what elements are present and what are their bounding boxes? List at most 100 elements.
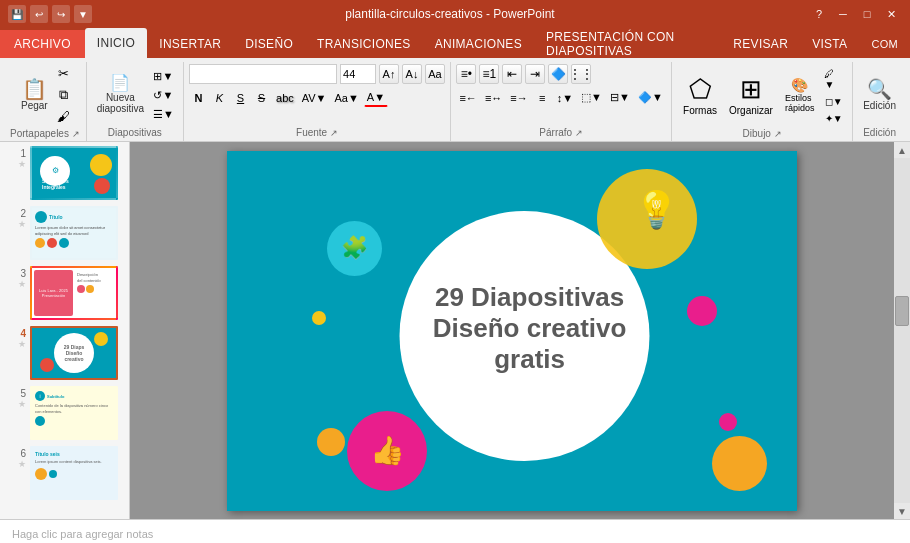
- align-text-button[interactable]: ⊟▼: [607, 88, 633, 107]
- parrafo-items: ≡• ≡1 ⇤ ⇥ 🔷 ⋮⋮ ≡← ≡↔ ≡→ ≡ ↕▼ ⬚▼ ⊟▼ 🔷▼: [456, 64, 665, 125]
- cut-button[interactable]: ✂: [54, 64, 73, 83]
- edicion-button[interactable]: 🔍 Edición: [859, 76, 900, 114]
- font-row-1: A↑ A↓ Aa: [189, 64, 445, 84]
- justify-button[interactable]: ≡: [533, 88, 552, 107]
- slide-thumb-5[interactable]: 5 ★ i Subtítulo Contenido de la diaposit…: [6, 386, 123, 440]
- shape-fill-button[interactable]: 🖊▼: [821, 66, 846, 92]
- char-spacing-button[interactable]: AV▼: [299, 88, 330, 107]
- convert-to-smartart-button[interactable]: 🔷▼: [635, 88, 666, 107]
- slide-thumbnail-4[interactable]: 29 DiapsDiseñocreativo: [30, 326, 118, 380]
- align-left-button[interactable]: ≡←: [456, 88, 479, 107]
- star-icon-4: ★: [18, 339, 26, 349]
- slide-thumb-3[interactable]: 3 ★ Luis Lara - 2025Presentación Descrip…: [6, 266, 123, 320]
- slide-thumb-6[interactable]: 6 ★ Título seis Lorem ipsum content diap…: [6, 446, 123, 500]
- minimize-button[interactable]: ─: [832, 5, 854, 23]
- indent-increase-button[interactable]: ⇥: [525, 64, 545, 84]
- redo-icon[interactable]: ↪: [52, 5, 70, 23]
- underline-button[interactable]: S: [231, 88, 250, 107]
- slide-thumbnail-1[interactable]: ⚙ SolucionesIntegrales: [30, 146, 118, 200]
- scroll-thumb[interactable]: [895, 296, 909, 326]
- slide-thumb-1[interactable]: 1 ★ ⚙ SolucionesIntegrales: [6, 146, 123, 200]
- tab-diseno[interactable]: DISEÑO: [233, 30, 305, 58]
- section-button[interactable]: ☰▼: [150, 106, 177, 123]
- lightbulb-icon: 💡: [634, 189, 679, 231]
- slide-thumbnail-3[interactable]: Luis Lara - 2025Presentación Descripción…: [30, 266, 118, 320]
- numbered-list-button[interactable]: ≡1: [479, 64, 499, 84]
- tab-archivo[interactable]: ARCHIVO: [0, 30, 85, 58]
- slide-canvas[interactable]: 💡 🧩 👍 29 Diapositivas Diseño cr: [227, 151, 797, 511]
- indent-decrease-button[interactable]: ⇤: [502, 64, 522, 84]
- font-name-input[interactable]: [189, 64, 337, 84]
- title-bar: 💾 ↩ ↪ ▼ plantilla-circulos-creativos - P…: [0, 0, 910, 28]
- reset-button[interactable]: ↺▼: [150, 87, 177, 104]
- customize-icon[interactable]: ▼: [74, 5, 92, 23]
- organizar-label: Organizar: [729, 105, 773, 116]
- shape-outline-button[interactable]: ◻▼: [821, 94, 846, 109]
- formas-button[interactable]: ⬠ Formas: [678, 71, 722, 119]
- ribbon-group-fuente: A↑ A↓ Aa N K S S abc AV▼ Aa▼ A▼ Fuente ↗: [184, 62, 451, 141]
- slide-thumb-2[interactable]: 2 ★ Título Lorem ipsum dolor sit amet co…: [6, 206, 123, 260]
- slide-thumbnail-2[interactable]: Título Lorem ipsum dolor sit amet consec…: [30, 206, 118, 260]
- edicion-group-label: Edición: [863, 125, 896, 141]
- slide-thumb-4[interactable]: 4 ★ 29 DiapsDiseñocreativo: [6, 326, 123, 380]
- smartart-button[interactable]: 🔷: [548, 64, 568, 84]
- portapapeles-items: 📋 Pegar ✂ ⧉ 🖌: [16, 64, 73, 126]
- ribbon-tabs: ARCHIVO INICIO INSERTAR DISEÑO TRANSICIO…: [0, 28, 910, 58]
- format-painter-button[interactable]: 🖌: [54, 107, 73, 126]
- save-icon[interactable]: 💾: [8, 5, 26, 23]
- star-icon-1: ★: [18, 159, 26, 169]
- shadow-button[interactable]: abc: [273, 88, 297, 107]
- slide-thumbnail-5[interactable]: i Subtítulo Contenido de la diapositiva …: [30, 386, 118, 440]
- text-case-button[interactable]: Aa▼: [332, 88, 362, 107]
- font-size-up-button[interactable]: A↑: [379, 64, 399, 84]
- shape-effects-button[interactable]: ✦▼: [821, 111, 846, 126]
- paste-button[interactable]: 📋 Pegar: [16, 76, 52, 114]
- organizar-button[interactable]: ⊞ Organizar: [724, 71, 778, 119]
- tab-presentacion[interactable]: PRESENTACIÓN CON DIAPOSITIVAS: [534, 30, 721, 58]
- line-spacing-button[interactable]: ↕▼: [554, 88, 576, 107]
- scroll-track[interactable]: [894, 158, 910, 503]
- font-size-down-button[interactable]: A↓: [402, 64, 422, 84]
- notes-area[interactable]: Haga clic para agregar notas: [0, 519, 910, 543]
- strikethrough-button[interactable]: S: [252, 88, 271, 107]
- columns-button[interactable]: ⋮⋮: [571, 64, 591, 84]
- slide-num-1: 1: [14, 148, 26, 159]
- bold-button[interactable]: N: [189, 88, 208, 107]
- scroll-up-button[interactable]: ▲: [894, 142, 910, 158]
- tab-animaciones[interactable]: ANIMACIONES: [423, 30, 534, 58]
- tab-insertar[interactable]: INSERTAR: [147, 30, 233, 58]
- clear-format-button[interactable]: Aa: [425, 64, 445, 84]
- tab-com[interactable]: COM: [859, 30, 910, 58]
- italic-button[interactable]: K: [210, 88, 229, 107]
- ribbon-group-portapapeles: 📋 Pegar ✂ ⧉ 🖌 Portapapeles ↗: [4, 62, 87, 141]
- undo-icon[interactable]: ↩: [30, 5, 48, 23]
- right-scrollbar: ▲ ▼: [894, 142, 910, 519]
- slide-num-2: 2: [14, 208, 26, 219]
- slide-text-line2: Diseño creativo: [420, 313, 640, 344]
- tab-transiciones[interactable]: TRANSICIONES: [305, 30, 423, 58]
- close-button[interactable]: ✕: [880, 5, 902, 23]
- text-direction-button[interactable]: ⬚▼: [578, 88, 605, 107]
- tab-revisar[interactable]: REVISAR: [721, 30, 800, 58]
- notes-placeholder: Haga clic para agregar notas: [12, 528, 153, 540]
- para-row-1: ≡• ≡1 ⇤ ⇥ 🔷 ⋮⋮: [456, 64, 591, 84]
- slide-panel[interactable]: 1 ★ ⚙ SolucionesIntegrales 2 ★: [0, 142, 130, 519]
- slide-thumbnail-6[interactable]: Título seis Lorem ipsum content diaposit…: [30, 446, 118, 500]
- align-right-button[interactable]: ≡→: [507, 88, 530, 107]
- font-color-button[interactable]: A▼: [364, 88, 388, 107]
- tab-inicio[interactable]: INICIO: [85, 28, 147, 58]
- new-slide-button[interactable]: 📄 Nuevadiapositiva: [93, 72, 148, 117]
- help-button[interactable]: ?: [808, 5, 830, 23]
- tab-vista[interactable]: VISTA: [800, 30, 859, 58]
- fuente-label: Fuente ↗: [296, 125, 338, 141]
- estilos-rapidos-button[interactable]: 🎨 Estilosrápidos: [780, 74, 820, 116]
- scroll-down-button[interactable]: ▼: [894, 503, 910, 519]
- small-dot-left: [312, 311, 326, 325]
- align-center-button[interactable]: ≡↔: [482, 88, 505, 107]
- maximize-button[interactable]: □: [856, 5, 878, 23]
- font-size-input[interactable]: [340, 64, 376, 84]
- copy-button[interactable]: ⧉: [54, 85, 73, 105]
- paste-label: Pegar: [21, 100, 48, 111]
- layout-button[interactable]: ⊞▼: [150, 68, 177, 85]
- bullets-button[interactable]: ≡•: [456, 64, 476, 84]
